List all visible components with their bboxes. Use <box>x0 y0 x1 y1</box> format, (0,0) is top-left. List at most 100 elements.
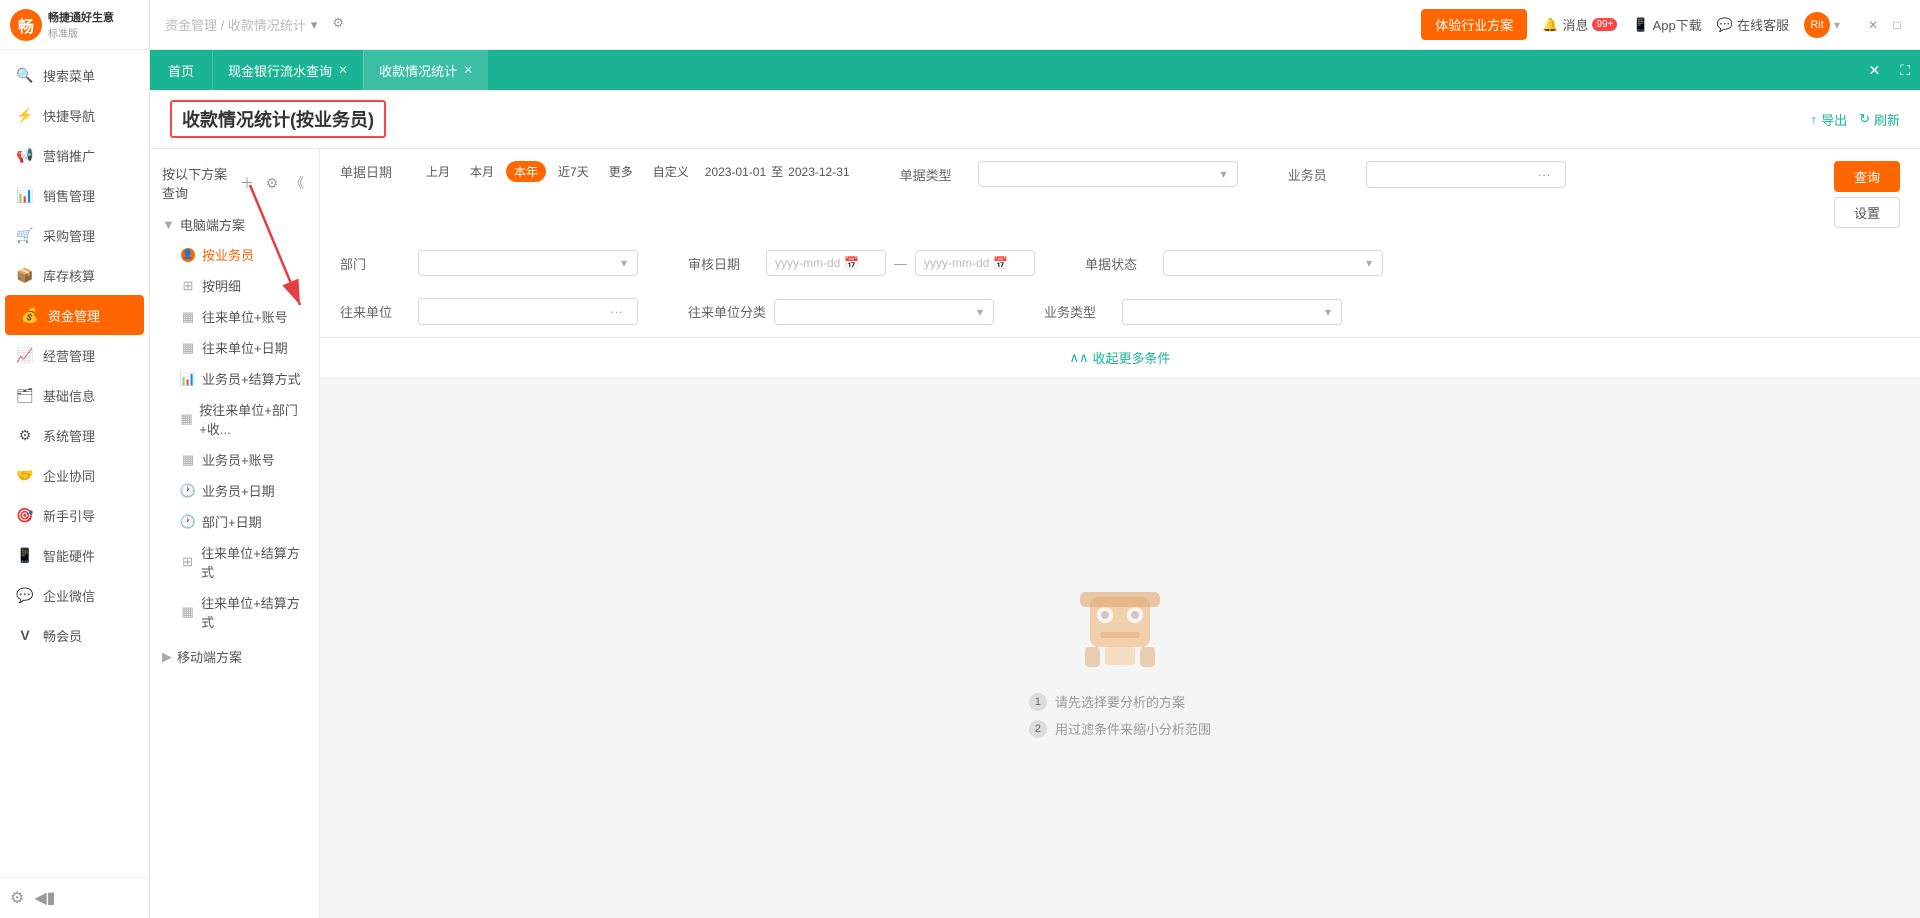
sidebar-settings-btn[interactable]: ⚙ <box>10 888 24 908</box>
dept-date-icon: 🕐 <box>180 514 196 530</box>
export-btn[interactable]: ↑ 导出 <box>1811 110 1848 129</box>
sales-icon: 📊 <box>15 185 35 205</box>
review-date-dash: — <box>894 256 907 271</box>
maximize-btn[interactable]: □ <box>1889 17 1905 33</box>
scheme-dept-date-label: 部门+日期 <box>202 512 262 531</box>
notification-btn[interactable]: 🔔 消息 99+ <box>1542 15 1617 34</box>
collapse-btn[interactable]: ∧∧ 收起更多条件 <box>320 337 1920 377</box>
doctype-select[interactable]: ▾ <box>978 161 1238 187</box>
docstatus-label: 单据状态 <box>1085 254 1155 273</box>
salesman-select[interactable]: ··· <box>1366 161 1566 188</box>
scheme-panel: 按以下方案查询 ＋ ⚙ 《 <box>150 149 320 918</box>
mobile-group-title[interactable]: ▶ 移动端方案 <box>150 642 319 671</box>
tab-bankflow-close[interactable]: ✕ <box>338 63 348 77</box>
scheme-item-counterpart-settle1[interactable]: ⊞ 往来单位+结算方式 <box>150 537 319 587</box>
step-2-text: 用过滤条件来缩小分析范围 <box>1055 719 1211 738</box>
sidebar-item-quicknav[interactable]: ⚡ 快捷导航 <box>0 95 149 135</box>
scheme-item-counterpart-dept[interactable]: ▦ 按往来单位+部门+收... <box>150 394 319 444</box>
dept-select[interactable]: ▾ <box>418 250 638 276</box>
pc-group-title[interactable]: ▼ 电脑端方案 <box>150 210 319 239</box>
sidebar-item-purchase[interactable]: 🛒 采购管理 <box>0 215 149 255</box>
counterpart-settle2-icon: ▦ <box>180 604 195 620</box>
logo-text-area: 畅捷通好生意 标准版 <box>48 9 114 40</box>
scheme-item-detail[interactable]: ⊞ 按明细 <box>150 270 319 301</box>
trial-btn[interactable]: 体验行业方案 <box>1421 9 1527 40</box>
inventory-icon: 📦 <box>15 265 35 285</box>
refresh-btn[interactable]: ↻ 刷新 <box>1859 110 1900 129</box>
scheme-item-dept-date[interactable]: 🕐 部门+日期 <box>150 506 319 537</box>
shortcut-this-month[interactable]: 本月 <box>462 161 502 182</box>
date-from: 2023-01-01 <box>705 165 766 179</box>
docstatus-chevron: ▾ <box>1366 256 1372 270</box>
topbar-dropdown-icon[interactable]: ▾ <box>311 17 318 33</box>
query-btn[interactable]: 查询 <box>1834 161 1900 192</box>
shortcut-custom[interactable]: 自定义 <box>645 161 697 182</box>
scheme-counterpart-account-label: 往来单位+账号 <box>202 307 288 326</box>
sidebar-item-search[interactable]: 🔍 搜索菜单 <box>0 55 149 95</box>
salesman-more-icon[interactable]: ··· <box>1538 167 1551 182</box>
page-title-box: 收款情况统计(按业务员) <box>170 100 386 138</box>
review-date-to[interactable]: yyyy-mm-dd 📅 <box>915 250 1035 276</box>
add-scheme-icon[interactable]: ＋ <box>237 173 257 193</box>
shortcut-more[interactable]: 更多 <box>601 161 641 182</box>
counterpart-cat-chevron: ▾ <box>977 305 983 319</box>
purchase-icon: 🛒 <box>15 225 35 245</box>
counterpart-cat-select[interactable]: ▾ <box>774 299 994 325</box>
sidebar-item-system[interactable]: ⚙ 系统管理 <box>0 415 149 455</box>
settings-btn[interactable]: 设置 <box>1834 197 1900 228</box>
mobile-group-label: 移动端方案 <box>177 647 242 666</box>
close-btn[interactable]: ✕ <box>1865 17 1881 33</box>
salesman-label: 业务员 <box>1288 165 1358 184</box>
scheme-item-salesman-account[interactable]: ▦ 业务员+账号 <box>150 444 319 475</box>
tab-home[interactable]: 首页 <box>150 50 212 90</box>
scheme-settings-icon[interactable]: ⚙ <box>262 173 282 193</box>
app-download-label: App下载 <box>1653 15 1702 34</box>
sidebar-item-hardware[interactable]: 📱 智能硬件 <box>0 535 149 575</box>
docstatus-select[interactable]: ▾ <box>1163 250 1383 276</box>
biz-type-select[interactable]: ▾ <box>1122 299 1342 325</box>
counterpart-select[interactable]: ··· <box>418 298 638 325</box>
tab-window-close[interactable]: ✕ <box>1858 62 1890 79</box>
scheme-item-counterpart-account[interactable]: ▦ 往来单位+账号 <box>150 301 319 332</box>
scheme-item-counterpart-date[interactable]: ▦ 往来单位+日期 <box>150 332 319 363</box>
sidebar-item-marketing[interactable]: 📢 营销推广 <box>0 135 149 175</box>
sidebar-item-basic[interactable]: 🗂 基础信息 <box>0 375 149 415</box>
sidebar-item-sales[interactable]: 📊 销售管理 <box>0 175 149 215</box>
counterpart-more-icon[interactable]: ··· <box>610 304 623 319</box>
notification-count: 99+ <box>1592 18 1617 31</box>
tab-bankflow[interactable]: 现金银行流水查询 ✕ <box>212 50 363 90</box>
counterpart-account-icon: ▦ <box>180 309 196 325</box>
shortcut-last-month[interactable]: 上月 <box>418 161 458 182</box>
shortcut-7days[interactable]: 近7天 <box>550 161 597 182</box>
sidebar-item-member[interactable]: V 畅会员 <box>0 615 149 655</box>
tab-collection[interactable]: 收款情况统计 ✕ <box>363 50 488 90</box>
online-service-btn[interactable]: 💬 在线客服 <box>1717 15 1789 34</box>
sidebar-item-inventory[interactable]: 📦 库存核算 <box>0 255 149 295</box>
sidebar-collapse-btn[interactable]: ◀▮ <box>34 888 55 908</box>
member-icon: V <box>15 625 35 645</box>
collapse-icon: ∧∧ <box>1069 350 1088 366</box>
app-download-btn[interactable]: 📱 App下载 <box>1632 15 1701 34</box>
scheme-collapse-icon[interactable]: 《 <box>287 173 307 193</box>
breadcrumb: 资金管理 / 收款情况统计 ▾ <box>165 15 317 34</box>
sidebar: 畅 畅捷通好生意 标准版 🔍 搜索菜单 ⚡ 快捷导航 📢 营销推广 📊 销售管理… <box>0 0 150 918</box>
review-date-to-placeholder: yyyy-mm-dd <box>924 256 989 270</box>
sidebar-item-beginner[interactable]: 🎯 新手引导 <box>0 495 149 535</box>
sidebar-item-operation[interactable]: 📈 经营管理 <box>0 335 149 375</box>
operation-icon: 📈 <box>15 345 35 365</box>
scheme-item-salesman-settle[interactable]: 📊 业务员+结算方式 <box>150 363 319 394</box>
scheme-item-counterpart-settle2[interactable]: ▦ 往来单位+结算方式 <box>150 587 319 637</box>
review-date-from[interactable]: yyyy-mm-dd 📅 <box>766 250 886 276</box>
tab-window-maximize[interactable]: ⛶ <box>1890 62 1920 79</box>
scheme-item-salesman-date[interactable]: 🕐 业务员+日期 <box>150 475 319 506</box>
scheme-item-salesman[interactable]: 👤 按业务员 <box>150 239 319 270</box>
user-area[interactable]: Rit ▾ <box>1804 12 1840 38</box>
date-separator: 至 <box>771 163 783 180</box>
sidebar-item-finance[interactable]: 💰 资金管理 <box>5 295 144 335</box>
tab-collection-close[interactable]: ✕ <box>463 63 473 77</box>
shortcut-this-year[interactable]: 本年 <box>506 161 546 182</box>
sidebar-item-enterprise[interactable]: 🤝 企业协同 <box>0 455 149 495</box>
settings-icon[interactable]: ⚙ <box>332 15 352 35</box>
sidebar-item-wechat[interactable]: 💬 企业微信 <box>0 575 149 615</box>
date-filter-group: 单据日期 上月 本月 本年 近7天 更多 自定义 2023-01-01 <box>340 161 850 182</box>
